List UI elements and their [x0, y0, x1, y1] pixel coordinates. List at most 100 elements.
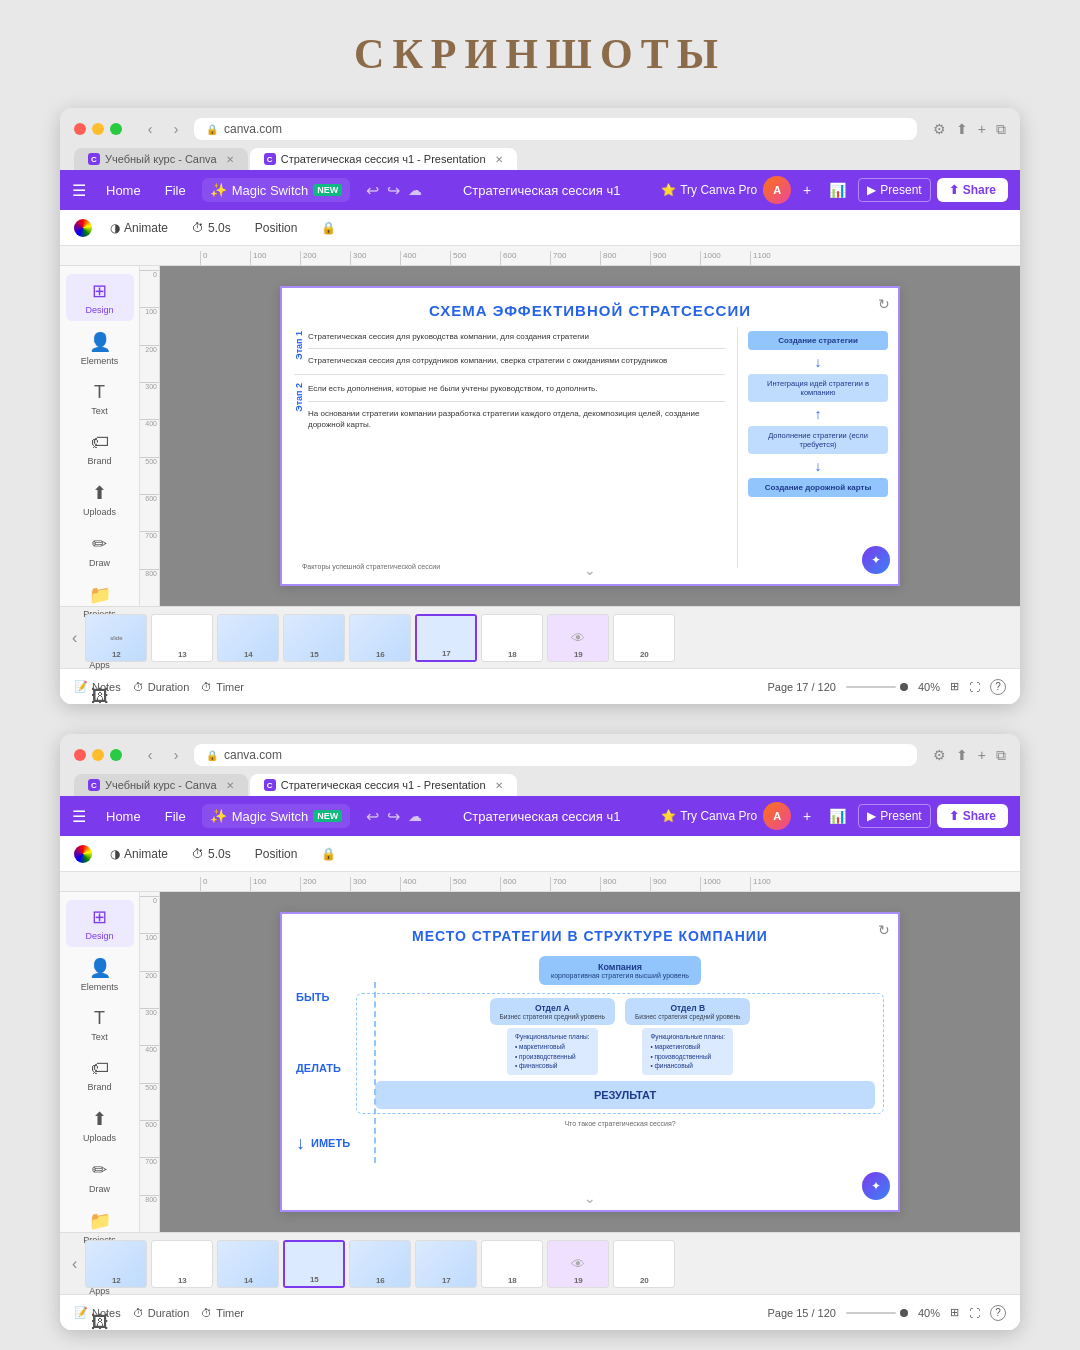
notes-btn-1[interactable]: 📝 Notes	[74, 680, 121, 693]
thumb2-14[interactable]: 14	[217, 1240, 279, 1288]
animate-btn-1[interactable]: ◑ Animate	[104, 218, 174, 238]
magic-switch-btn-1[interactable]: ✨ Magic Switch NEW	[202, 178, 351, 202]
redo-icon-2[interactable]: ↪	[387, 807, 400, 826]
color-palette-2[interactable]	[74, 845, 92, 863]
avatar-1[interactable]: A	[763, 176, 791, 204]
zoom-slider-2[interactable]	[846, 1309, 908, 1317]
sidebar-item-text-2[interactable]: T Text	[66, 1002, 134, 1048]
magic-fab-1[interactable]: ✦	[862, 546, 890, 574]
close-button-2[interactable]	[74, 749, 86, 761]
back-button-1[interactable]: ‹	[140, 119, 160, 139]
zoom-slider-1[interactable]	[846, 683, 908, 691]
hamburger-icon-1[interactable]: ☰	[72, 181, 86, 200]
position-btn-2[interactable]: Position	[249, 844, 304, 864]
maximize-button-2[interactable]	[110, 749, 122, 761]
duration-btn-1[interactable]: ⏱ 5.0s	[186, 218, 237, 238]
filmstrip-left-arrow-2[interactable]: ‹	[68, 1255, 81, 1273]
avatar-2[interactable]: A	[763, 802, 791, 830]
thumb-16[interactable]: 16	[349, 614, 411, 662]
fullscreen-icon-1[interactable]: ⛶	[969, 681, 980, 693]
slide-canvas-1[interactable]: СХЕМА ЭФФЕКТИВНОЙ СТРАТСЕССИИ Этап 1 Стр…	[280, 286, 900, 586]
thumb2-15[interactable]: 15	[283, 1240, 345, 1288]
browser-tab-canva-1[interactable]: C Учебный курс - Canva ✕	[74, 148, 248, 170]
share-btn-2[interactable]: ⬆ Share	[937, 804, 1008, 828]
filmstrip-left-arrow-1[interactable]: ‹	[68, 629, 81, 647]
new-tab-icon-2[interactable]: +	[978, 747, 986, 764]
thumb2-18[interactable]: 18	[481, 1240, 543, 1288]
share-browser-icon-2[interactable]: ⬆	[956, 747, 968, 764]
position-btn-1[interactable]: Position	[249, 218, 304, 238]
new-tab-icon-1[interactable]: +	[978, 121, 986, 138]
grid-icon-1[interactable]: ⊞	[950, 680, 959, 693]
lock-btn-1[interactable]: 🔒	[315, 218, 342, 238]
thumb-20[interactable]: 20	[613, 614, 675, 662]
sidebar-item-text-1[interactable]: T Text	[66, 376, 134, 422]
refresh-icon-1[interactable]: ↻	[878, 296, 890, 312]
thumb-18[interactable]: 18	[481, 614, 543, 662]
thumb2-17[interactable]: 17	[415, 1240, 477, 1288]
share-browser-icon-1[interactable]: ⬆	[956, 121, 968, 138]
thumb-13[interactable]: 13	[151, 614, 213, 662]
home-btn-2[interactable]: Home	[98, 805, 149, 828]
forward-button-2[interactable]: ›	[166, 745, 186, 765]
try-pro-btn-2[interactable]: ⭐ Try Canva Pro	[661, 809, 757, 823]
browser-tab-canva-2[interactable]: C Учебный курс - Canva ✕	[74, 774, 248, 796]
minimize-button-1[interactable]	[92, 123, 104, 135]
sidebar-item-brand-1[interactable]: 🏷 Brand	[66, 426, 134, 472]
fullscreen-icon-2[interactable]: ⛶	[969, 1307, 980, 1319]
present-btn-2[interactable]: ▶ Present	[858, 804, 930, 828]
hamburger-icon-2[interactable]: ☰	[72, 807, 86, 826]
try-pro-btn-1[interactable]: ⭐ Try Canva Pro	[661, 183, 757, 197]
browser-tab-presentation-2[interactable]: C Стратегическая сессия ч1 - Presentatio…	[250, 774, 517, 796]
sidebar-item-draw-1[interactable]: ✏ Draw	[66, 527, 134, 574]
minimize-button-2[interactable]	[92, 749, 104, 761]
sidebar-item-elements-1[interactable]: 👤 Elements	[66, 325, 134, 372]
slide-canvas-2[interactable]: МЕСТО СТРАТЕГИИ В СТРУКТУРЕ КОМПАНИИ БЫТ…	[280, 912, 900, 1212]
undo-icon-2[interactable]: ↩	[366, 807, 379, 826]
duration-btn-2[interactable]: ⏱ 5.0s	[186, 844, 237, 864]
thumb2-20[interactable]: 20	[613, 1240, 675, 1288]
back-button-2[interactable]: ‹	[140, 745, 160, 765]
animate-btn-2[interactable]: ◑ Animate	[104, 844, 174, 864]
window-icon-2[interactable]: ⧉	[996, 747, 1006, 764]
sidebar-item-uploads-2[interactable]: ⬆ Uploads	[66, 1102, 134, 1149]
duration-status-btn-1[interactable]: ⏱ Duration	[133, 681, 190, 693]
browser-tab-presentation-1[interactable]: C Стратегическая сессия ч1 - Presentatio…	[250, 148, 517, 170]
bookmark-icon-1[interactable]: ⚙	[933, 121, 946, 138]
bookmark-icon-2[interactable]: ⚙	[933, 747, 946, 764]
timer-btn-1[interactable]: ⏱ Timer	[201, 681, 244, 693]
tab1-close-2[interactable]: ✕	[226, 780, 234, 791]
thumb2-12[interactable]: 12	[85, 1240, 147, 1288]
color-palette-1[interactable]	[74, 219, 92, 237]
present-btn-1[interactable]: ▶ Present	[858, 178, 930, 202]
refresh-icon-2[interactable]: ↻	[878, 922, 890, 938]
thumb2-19[interactable]: 👁 19	[547, 1240, 609, 1288]
thumb-19[interactable]: 👁 19	[547, 614, 609, 662]
magic-switch-btn-2[interactable]: ✨ Magic Switch NEW	[202, 804, 351, 828]
thumb-12[interactable]: slide 12	[85, 614, 147, 662]
thumb2-13[interactable]: 13	[151, 1240, 213, 1288]
file-btn-1[interactable]: File	[157, 179, 194, 202]
duration-status-btn-2[interactable]: ⏱ Duration	[133, 1307, 190, 1319]
lock-btn-2[interactable]: 🔒	[315, 844, 342, 864]
sidebar-item-elements-2[interactable]: 👤 Elements	[66, 951, 134, 998]
thumb-14[interactable]: 14	[217, 614, 279, 662]
tab1-close-1[interactable]: ✕	[226, 154, 234, 165]
timer-btn-2[interactable]: ⏱ Timer	[201, 1307, 244, 1319]
sidebar-item-design-1[interactable]: ⊞ Design	[66, 274, 134, 321]
sidebar-item-design-2[interactable]: ⊞ Design	[66, 900, 134, 947]
undo-icon-1[interactable]: ↩	[366, 181, 379, 200]
sidebar-item-brand-2[interactable]: 🏷 Brand	[66, 1052, 134, 1098]
home-btn-1[interactable]: Home	[98, 179, 149, 202]
file-btn-2[interactable]: File	[157, 805, 194, 828]
address-bar-1[interactable]: 🔒 canva.com	[194, 118, 917, 140]
address-bar-2[interactable]: 🔒 canva.com	[194, 744, 917, 766]
sidebar-item-draw-2[interactable]: ✏ Draw	[66, 1153, 134, 1200]
tab2-close-2[interactable]: ✕	[495, 780, 503, 791]
share-btn-1[interactable]: ⬆ Share	[937, 178, 1008, 202]
thumb2-16[interactable]: 16	[349, 1240, 411, 1288]
redo-icon-1[interactable]: ↪	[387, 181, 400, 200]
help-icon-1[interactable]: ?	[990, 679, 1006, 695]
magic-fab-2[interactable]: ✦	[862, 1172, 890, 1200]
tab2-close-1[interactable]: ✕	[495, 154, 503, 165]
